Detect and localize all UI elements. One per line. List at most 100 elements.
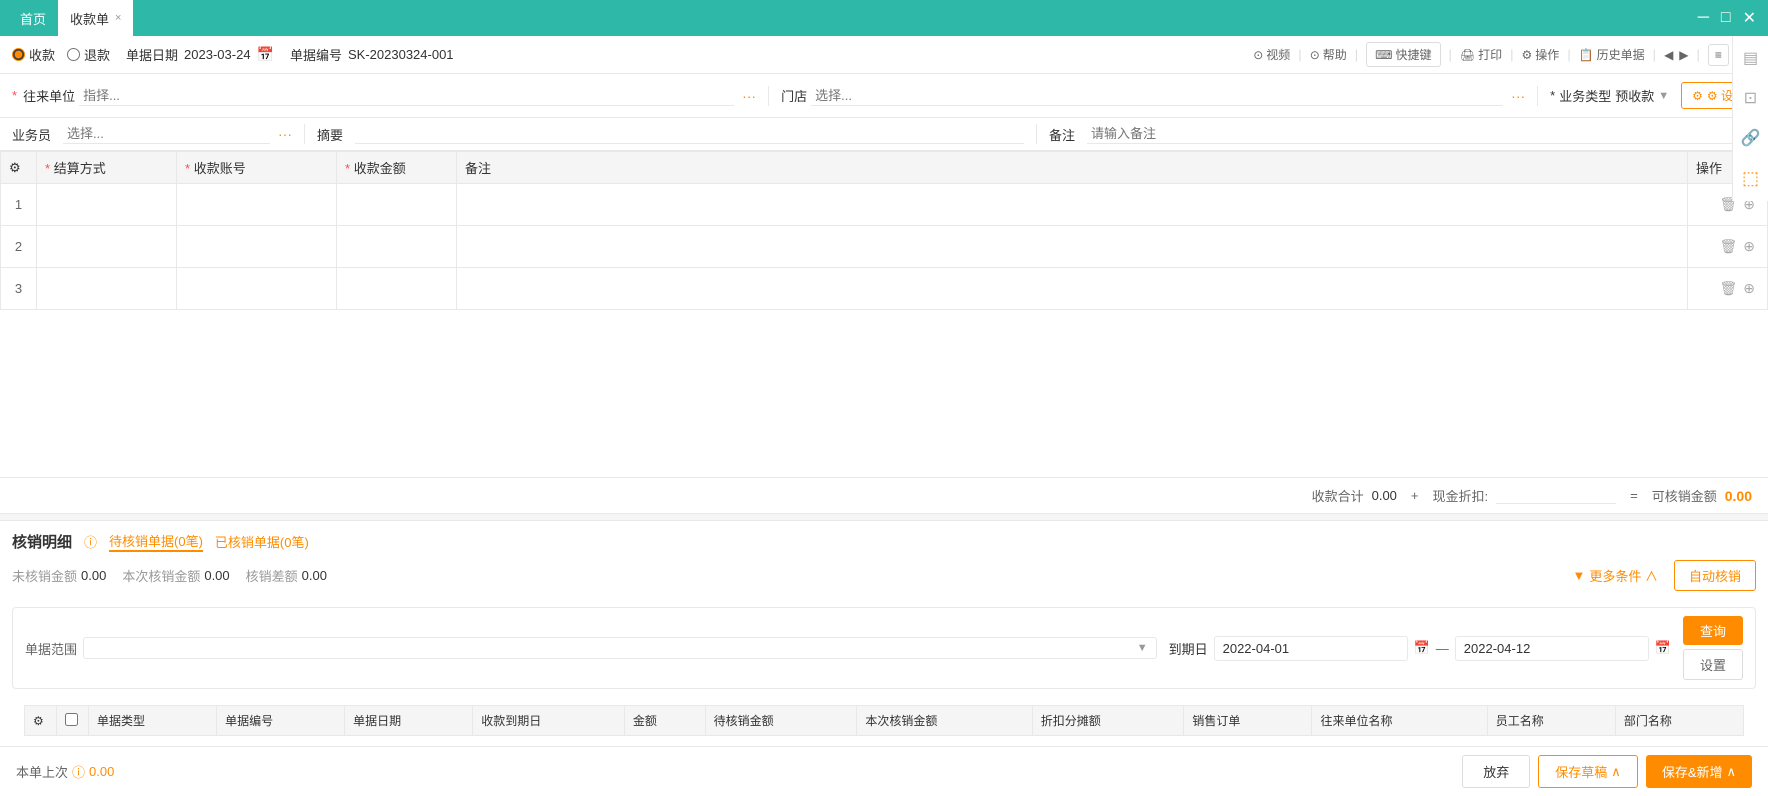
receipt-type-group: 收款 退款	[12, 45, 110, 64]
footer-info-icon[interactable]: ⓘ	[72, 762, 85, 781]
store-input[interactable]	[811, 86, 1503, 106]
row-3-delete-icon[interactable]: 🗑	[1719, 280, 1737, 297]
help-icon: ⊙	[1310, 48, 1320, 62]
win-min-icon[interactable]: ─	[1694, 7, 1713, 29]
view-list-icon[interactable]: ≡	[1708, 44, 1729, 66]
bottom-col-counterparty: 往来单位名称	[1312, 706, 1487, 736]
biz-type-select[interactable]: 预收款 ▼	[1615, 86, 1669, 105]
salesman-input[interactable]	[63, 124, 270, 144]
total-label: 收款合计	[1312, 486, 1364, 505]
bottom-table: ⚙ 单据类型 单据编号 单据日期 收款到期日 金额 待核销金额 本次核销金额 折…	[24, 705, 1744, 736]
row-num-1: 1	[1, 184, 37, 226]
nav-next-icon[interactable]: ▶	[1679, 48, 1688, 62]
row-2-amount[interactable]	[337, 226, 457, 268]
query-button[interactable]: 查询	[1683, 616, 1743, 645]
table-settings-col[interactable]: ⚙	[1, 152, 37, 184]
row-3-settlement[interactable]	[37, 268, 177, 310]
sidebar-icon-2[interactable]: ⊡	[1740, 84, 1761, 112]
current-label: 本单上次	[16, 762, 68, 781]
row-2-settlement[interactable]	[37, 226, 177, 268]
filter-icon: ▼	[1572, 568, 1585, 583]
row-3-remark[interactable]	[457, 268, 1688, 310]
can-verify-value: 0.00	[1725, 488, 1752, 504]
col-remark: 备注	[457, 152, 1688, 184]
select-all-checkbox[interactable]	[65, 713, 78, 726]
toolbar-actions: ⊙ 视频 | ⊙ 帮助 | ⌨ 快捷键 | 🖨 打印 | ⚙ 操作	[1253, 42, 1756, 67]
verify-section: 核销明细 ⓘ 待核销单据(0笔) 已核销单据(0笔) 未核销金额 0.00 本次…	[0, 521, 1768, 746]
date-from-input[interactable]	[1214, 636, 1408, 661]
summary-field: 摘要	[317, 124, 1024, 144]
history-btn[interactable]: 📋 历史单据	[1579, 46, 1645, 63]
salesman-field: 业务员 ···	[12, 124, 292, 144]
receipt-table: ⚙ * 结算方式 * 收款账号 * 收款金额 备注 操作	[0, 151, 1768, 310]
doc-range-select[interactable]: ▼	[83, 637, 1157, 659]
tab-close-icon[interactable]: ×	[115, 12, 121, 24]
form-row-1: * 往来单位 ··· 门店 ··· * 业务类型 预收款 ▼ ⚙ ⚙ 设置	[0, 74, 1768, 118]
row-2-copy-icon[interactable]: ⊕	[1743, 238, 1755, 255]
table-row: 3 🗑 ⊕	[1, 268, 1768, 310]
row-1-amount[interactable]	[337, 184, 457, 226]
abandon-button[interactable]: 放弃	[1462, 755, 1530, 788]
doc-date-value: 2023-03-24	[184, 47, 251, 62]
settings-icon: ⚙	[1692, 89, 1703, 103]
home-tab[interactable]: 首页	[8, 0, 58, 36]
bottom-col-doctype: 单据类型	[89, 706, 217, 736]
auto-verify-button[interactable]: 自动核销	[1674, 560, 1756, 591]
counterparty-more-icon[interactable]: ···	[742, 88, 756, 104]
counterparty-input[interactable]	[79, 86, 734, 106]
sidebar-icon-3[interactable]: 🔗	[1737, 124, 1765, 152]
date-to-input[interactable]	[1455, 636, 1649, 661]
filter-settings-button[interactable]: 设置	[1683, 649, 1743, 680]
remark-input[interactable]	[1087, 124, 1756, 144]
bottom-col-salesorder: 销售订单	[1184, 706, 1312, 736]
save-draft-button[interactable]: 保存草稿 ∧	[1538, 755, 1638, 788]
help-btn[interactable]: ⊙ 帮助	[1310, 46, 1347, 63]
receipt-tab[interactable]: 收款单 ×	[58, 0, 133, 36]
salesman-more-icon[interactable]: ···	[278, 126, 292, 142]
table-row: 2 🗑 ⊕	[1, 226, 1768, 268]
bottom-col-settings[interactable]: ⚙	[25, 706, 57, 736]
row-1-account[interactable]	[177, 184, 337, 226]
date-from-cal-icon[interactable]: 📅	[1414, 640, 1430, 656]
win-max-icon[interactable]: □	[1717, 7, 1735, 29]
bottom-col-amount: 金额	[624, 706, 705, 736]
store-more-icon[interactable]: ···	[1511, 88, 1525, 104]
operate-btn[interactable]: ⚙ 操作	[1522, 46, 1560, 63]
row-1-remark[interactable]	[457, 184, 1688, 226]
sidebar-icon-1[interactable]: ▤	[1739, 44, 1762, 72]
doc-date-cal-icon[interactable]: 📅	[257, 46, 274, 63]
row-2-remark[interactable]	[457, 226, 1688, 268]
row-2-account[interactable]	[177, 226, 337, 268]
done-verify-tab[interactable]: 已核销单据(0笔)	[215, 532, 309, 551]
refund-radio[interactable]: 退款	[67, 45, 110, 64]
video-btn[interactable]: ⊙ 视频	[1253, 46, 1290, 63]
summary-input[interactable]	[355, 124, 1024, 144]
table-settings-icon: ⚙	[9, 160, 21, 175]
nav-prev-icon[interactable]: ◀	[1664, 48, 1673, 62]
row-3-amount[interactable]	[337, 268, 457, 310]
save-new-button[interactable]: 保存&新增 ∧	[1646, 755, 1752, 788]
bottom-table-section: ⚙ 单据类型 单据编号 单据日期 收款到期日 金额 待核销金额 本次核销金额 折…	[12, 705, 1756, 736]
row-1-settlement[interactable]	[37, 184, 177, 226]
print-btn[interactable]: 🖨 打印	[1460, 46, 1502, 63]
bottom-table-header: ⚙ 单据类型 单据编号 单据日期 收款到期日 金额 待核销金额 本次核销金额 折…	[25, 706, 1744, 736]
date-to-cal-icon[interactable]: 📅	[1655, 640, 1671, 656]
bottom-col-current: 本次核销金额	[857, 706, 1032, 736]
pending-verify-tab[interactable]: 待核销单据(0笔)	[109, 531, 203, 552]
row-3-account[interactable]	[177, 268, 337, 310]
discount-input[interactable]	[1496, 488, 1616, 504]
discount-label: 现金折扣:	[1433, 486, 1489, 505]
row-3-copy-icon[interactable]: ⊕	[1743, 280, 1755, 297]
win-close-icon[interactable]: ✕	[1739, 6, 1760, 30]
bottom-col-docdate: 单据日期	[345, 706, 473, 736]
top-navigation: 首页 收款单 × ─ □ ✕	[0, 0, 1768, 36]
verify-info-icon[interactable]: ⓘ	[84, 532, 97, 551]
doc-range-field: 单据范围 ▼	[25, 637, 1157, 659]
row-2-delete-icon[interactable]: 🗑	[1719, 238, 1737, 255]
shortcut-btn[interactable]: ⌨ 快捷键	[1366, 42, 1440, 67]
verify-diff-value: 0.00	[302, 568, 327, 583]
sidebar-icon-4[interactable]: ⬚	[1738, 164, 1763, 193]
main-content: 收款 退款 单据日期 2023-03-24 📅 单据编号 SK-20230324…	[0, 36, 1768, 796]
more-conditions-btn[interactable]: ▼ 更多条件 ∧	[1572, 566, 1658, 585]
receipt-radio[interactable]: 收款	[12, 45, 55, 64]
